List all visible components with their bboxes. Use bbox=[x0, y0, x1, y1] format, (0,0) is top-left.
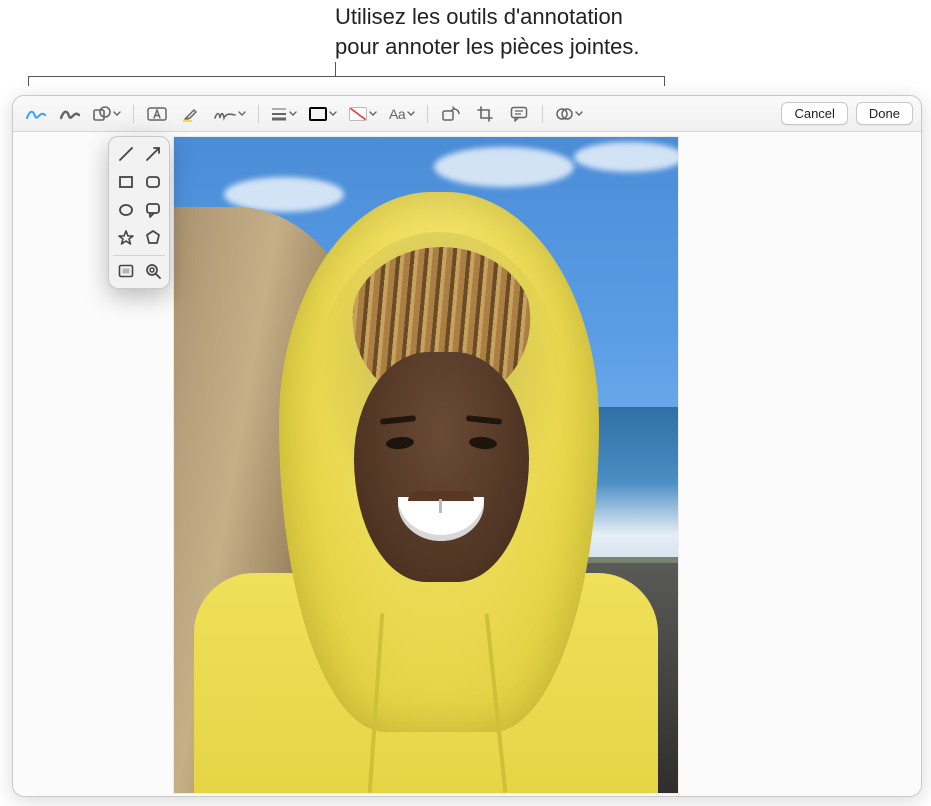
callout-connector bbox=[335, 62, 336, 76]
scribble-thick-icon bbox=[60, 106, 80, 122]
shapes-overlap-icon bbox=[555, 106, 573, 122]
toolbar-separator bbox=[133, 105, 134, 123]
shape-arrow[interactable] bbox=[142, 143, 163, 165]
shape-style-tool[interactable] bbox=[267, 101, 301, 127]
crop-tool[interactable] bbox=[470, 101, 500, 127]
text-style-label: Aa bbox=[389, 106, 405, 122]
shape-mask[interactable] bbox=[115, 260, 136, 282]
signature-icon bbox=[214, 106, 236, 122]
photo-face bbox=[354, 352, 529, 582]
sketch-tool[interactable] bbox=[21, 101, 51, 127]
text-box-icon bbox=[147, 106, 167, 122]
cancel-button[interactable]: Cancel bbox=[781, 102, 847, 125]
shape-ellipse[interactable] bbox=[115, 199, 136, 221]
sign-tool[interactable] bbox=[210, 101, 250, 127]
toolbar-separator bbox=[258, 105, 259, 123]
callout-bracket-right-tick bbox=[664, 76, 665, 86]
image-description-tool[interactable] bbox=[504, 101, 534, 127]
attachment-image[interactable] bbox=[173, 136, 679, 794]
speech-bubble-text-icon bbox=[510, 106, 528, 122]
shapes-icon bbox=[93, 106, 111, 122]
popover-divider bbox=[113, 255, 165, 256]
draw-tool[interactable] bbox=[55, 101, 85, 127]
chevron-down-icon bbox=[329, 111, 337, 117]
line-weight-icon bbox=[271, 107, 287, 121]
shapes-popover bbox=[108, 136, 170, 289]
chevron-down-icon bbox=[289, 111, 297, 117]
border-color-tool[interactable] bbox=[305, 101, 341, 127]
chevron-down-icon bbox=[369, 111, 377, 117]
crop-icon bbox=[477, 106, 493, 122]
shape-polygon[interactable] bbox=[142, 227, 163, 249]
shape-star[interactable] bbox=[115, 227, 136, 249]
shapes-tool[interactable] bbox=[89, 101, 125, 127]
chevron-down-icon bbox=[113, 111, 121, 117]
toolbar-separator bbox=[427, 105, 428, 123]
shape-rounded-rectangle[interactable] bbox=[142, 171, 163, 193]
shape-rectangle[interactable] bbox=[115, 171, 136, 193]
markup-toolbar: Aa bbox=[13, 96, 921, 132]
photo-cloud bbox=[434, 147, 574, 187]
text-style-tool[interactable]: Aa bbox=[385, 101, 419, 127]
text-tool[interactable] bbox=[142, 101, 172, 127]
photo-cloud bbox=[574, 142, 679, 172]
chevron-down-icon bbox=[575, 111, 583, 117]
callout-bracket bbox=[28, 76, 664, 77]
callout-bracket-left-tick bbox=[28, 76, 29, 86]
photo-tooth-gap bbox=[439, 499, 442, 513]
rotate-icon bbox=[442, 106, 460, 122]
toolbar-separator bbox=[542, 105, 543, 123]
scribble-icon bbox=[26, 106, 46, 122]
chevron-down-icon bbox=[238, 111, 246, 117]
callout-label: Utilisez les outils d'annotation pour an… bbox=[335, 2, 640, 61]
shape-line[interactable] bbox=[115, 143, 136, 165]
shape-speech-bubble[interactable] bbox=[142, 199, 163, 221]
callout-line1: Utilisez les outils d'annotation bbox=[335, 2, 640, 32]
chevron-down-icon bbox=[407, 111, 415, 117]
highlighter-icon bbox=[182, 106, 200, 122]
done-button[interactable]: Done bbox=[856, 102, 913, 125]
fill-color-tool[interactable] bbox=[345, 101, 381, 127]
rotate-tool[interactable] bbox=[436, 101, 466, 127]
markup-window: Aa bbox=[12, 95, 922, 797]
more-tools[interactable] bbox=[551, 101, 587, 127]
highlight-tool[interactable] bbox=[176, 101, 206, 127]
callout-line2: pour annoter les pièces jointes. bbox=[335, 32, 640, 62]
shape-loupe[interactable] bbox=[142, 260, 163, 282]
stroke-swatch-icon bbox=[309, 107, 327, 121]
fill-swatch-icon bbox=[349, 107, 367, 121]
